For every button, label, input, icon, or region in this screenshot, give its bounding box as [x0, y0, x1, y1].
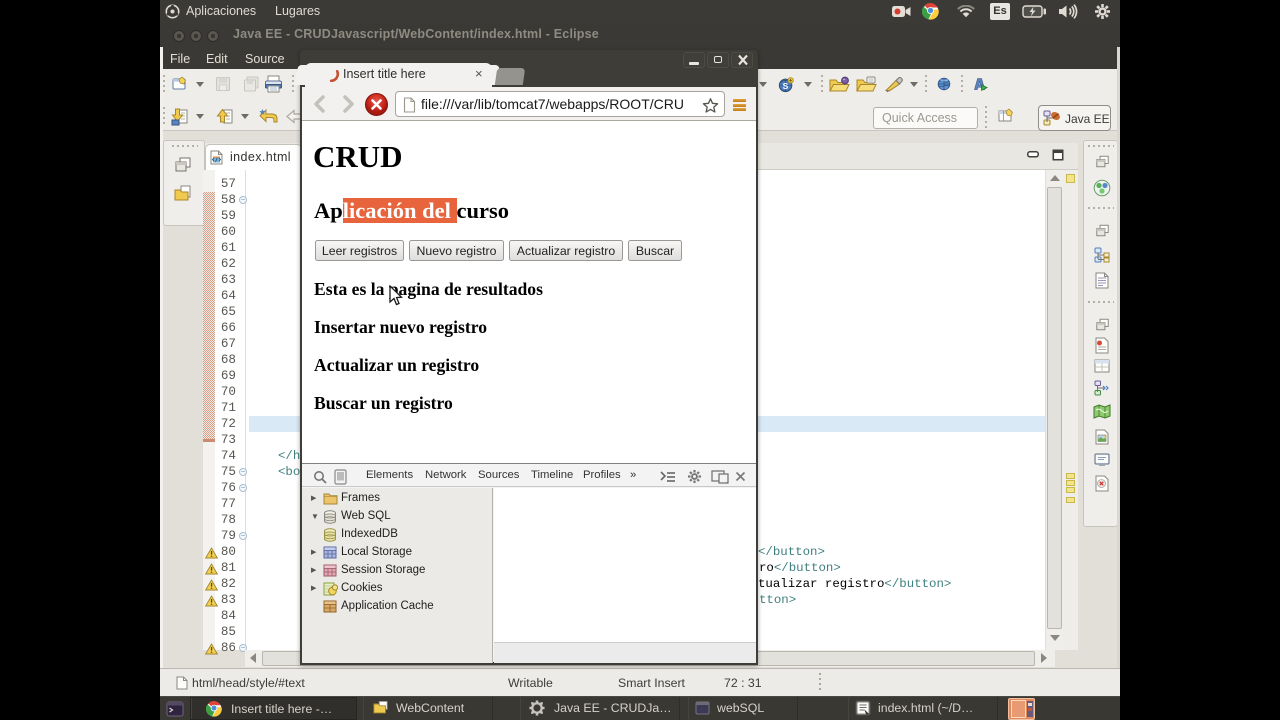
svg-text:S: S	[783, 81, 789, 91]
